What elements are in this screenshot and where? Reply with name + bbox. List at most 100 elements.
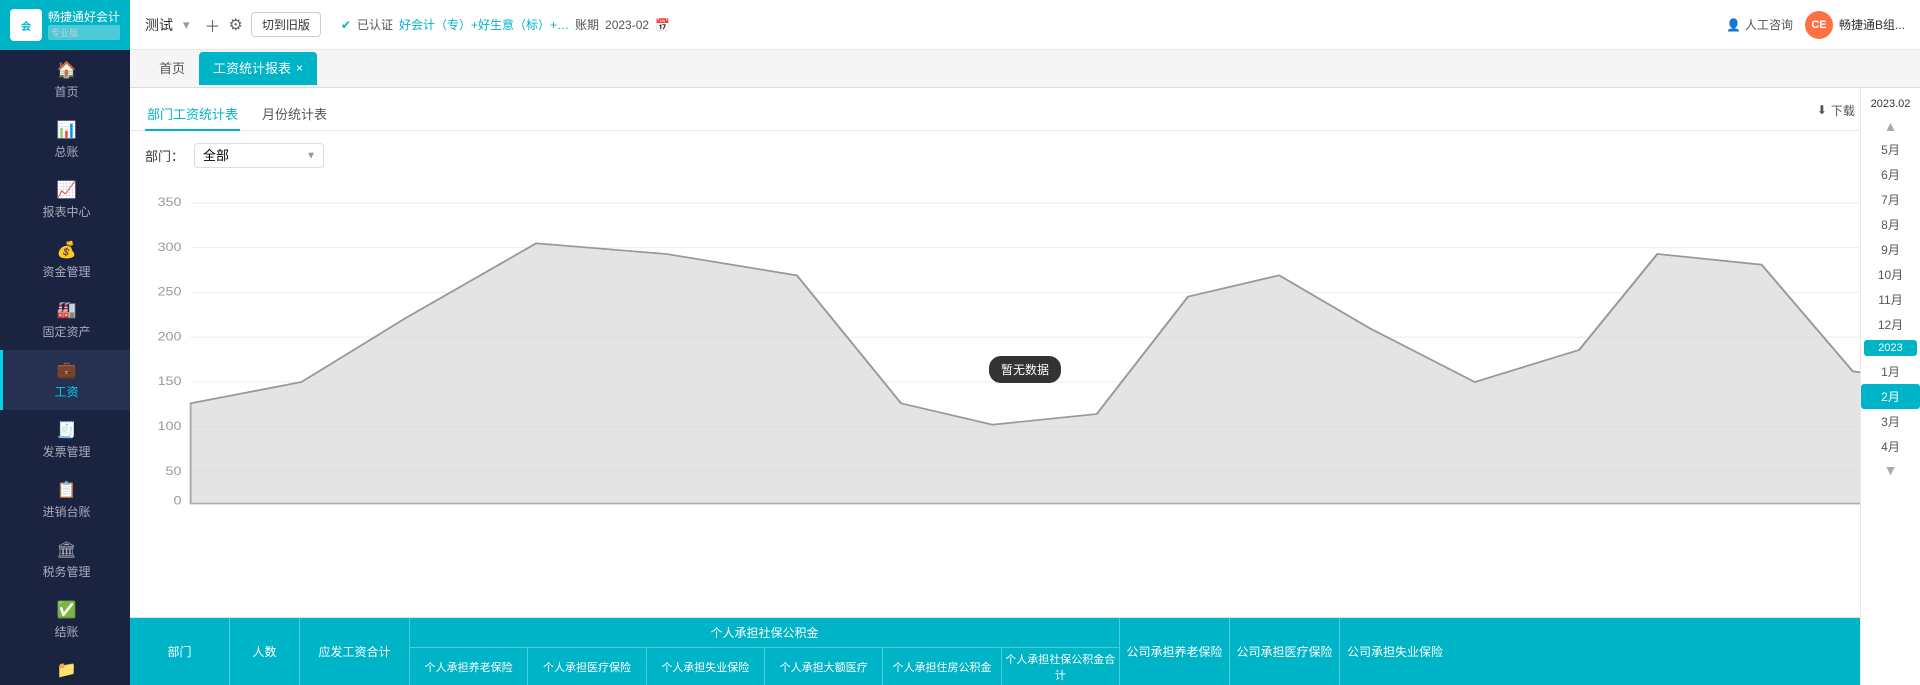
rp-date: 2023.02 [1868, 93, 1914, 115]
chart-container: 350 300 250 200 150 100 50 0 [145, 190, 1905, 510]
help-button[interactable]: 👤 人工咨询 [1726, 16, 1793, 33]
nav-icon-tax: 🏛 [56, 540, 76, 560]
sidebar-item-tax[interactable]: 🏛 税务管理 [0, 530, 130, 590]
table-header: 部门 人数 应发工资合计 个人承担社保公积金 个人承担养老保险 个人承担医疗保险… [130, 617, 1920, 685]
verified-icon: ✔ [341, 18, 351, 32]
nav-label-invoice: 发票管理 [42, 443, 90, 460]
th-total-salary: 应发工资合计 [300, 618, 410, 685]
svg-text:50: 50 [166, 464, 182, 477]
sidebar-nav: 🏠 首页 📊总账 📈 报表中心 💰 资金管理 🏭 固定资产 💼 工资 🧾 发票管理 📋 进销台账 🏛 税务管理 ✅… [0, 50, 130, 685]
rp-month-2-active[interactable]: 2月 [1861, 384, 1920, 409]
sidebar: 会 畅捷通好会计 专业版 🏠 首页 📊总账 📈 报表中心 💰 资金管理 🏭 固定资产 💼 工资 🧾 发票… [0, 0, 130, 685]
calendar-icon[interactable]: 📅 [655, 18, 670, 32]
nav-icon-funds: 💰 [57, 240, 77, 260]
sidebar-item-salary[interactable]: 💼 工资 [0, 350, 130, 410]
nav-label-tax: 税务管理 [42, 563, 90, 580]
settings-button[interactable]: ⚙ [229, 15, 243, 35]
sidebar-item-reports[interactable]: 📈 报表中心 [0, 170, 130, 230]
nav-label-funds: 资金管理 [42, 263, 90, 280]
tab-home[interactable]: 首页 [145, 52, 199, 85]
th-sub-cells: 个人承担养老保险 个人承担医疗保险 个人承担失业保险 个人承担大额医疗 个人承担… [410, 648, 1119, 685]
nav-label-reports: 报表中心 [42, 203, 90, 220]
nav-label-salary: 工资 [54, 383, 78, 400]
rp-month-6[interactable]: 6月 [1861, 162, 1920, 187]
help-label: 人工咨询 [1745, 16, 1793, 33]
nav-label-assets: 固定资产 [42, 323, 90, 340]
th-count: 人数 [230, 618, 300, 685]
period-label: 账期 [575, 16, 599, 33]
rp-month-10[interactable]: 10月 [1861, 262, 1920, 287]
subtab-monthly[interactable]: 月份统计表 [260, 98, 329, 131]
content-area: 部门工资统计表 月份统计表 ⬇ 下载 ↺ 刷新 部门： 全部 [130, 88, 1920, 685]
sidebar-item-ledger[interactable]: 📊总账 [0, 110, 130, 170]
rp-month-11[interactable]: 11月 [1861, 287, 1920, 312]
nav-icon-archive: 📁 [57, 660, 77, 680]
logo-badge: 专业版 [48, 25, 120, 40]
tab-salary-report[interactable]: 工资统计报表 × [199, 52, 317, 85]
switch-version-button[interactable]: 切到旧版 [251, 12, 321, 37]
logo-text: 畅捷通好会计 [48, 10, 120, 26]
nav-icon-invoice: 🧾 [57, 420, 77, 440]
th-personal-major-medical: 个人承担大额医疗 [765, 648, 883, 685]
rp-month-5[interactable]: 5月 [1861, 137, 1920, 162]
th-personal-insurance-group: 个人承担社保公积金 个人承担养老保险 个人承担医疗保险 个人承担失业保险 个人承… [410, 618, 1120, 685]
subtabs: 部门工资统计表 月份统计表 ⬇ 下载 ↺ 刷新 [130, 88, 1920, 131]
svg-text:0: 0 [174, 494, 182, 507]
th-personal-housing-fund: 个人承担住房公积金 [883, 648, 1001, 685]
logo-icon: 会 [10, 9, 42, 41]
subtab-dept[interactable]: 部门工资统计表 [145, 98, 240, 131]
tab-close-icon[interactable]: × [296, 61, 303, 75]
rp-month-7[interactable]: 7月 [1861, 187, 1920, 212]
download-button[interactable]: ⬇ 下载 [1817, 102, 1855, 119]
rp-month-9[interactable]: 9月 [1861, 237, 1920, 262]
sidebar-item-sales[interactable]: 📋 进销台账 [0, 470, 130, 530]
rp-month-1[interactable]: 1月 [1861, 359, 1920, 384]
nav-label-sales: 进销台账 [42, 503, 90, 520]
rp-month-8[interactable]: 8月 [1861, 212, 1920, 237]
add-button[interactable]: ＋ [205, 13, 221, 37]
th-dept: 部门 [130, 618, 230, 685]
company-dropdown-icon[interactable]: ▾ [183, 17, 190, 33]
th-group-label: 个人承担社保公积金 [410, 618, 1119, 648]
rp-scroll-down[interactable]: ▼ [1881, 459, 1901, 481]
topbar-status: ✔ 已认证 好会计（专）+好生意（标）+… 账期 2023-02 📅 [341, 16, 670, 33]
th-company-medical: 公司承担医疗保险 [1230, 618, 1340, 685]
sidebar-item-checkout[interactable]: ✅ 结账 [0, 590, 130, 650]
rp-scroll-up[interactable]: ▲ [1881, 115, 1901, 137]
nav-label-home: 首页 [54, 83, 78, 100]
rp-month-4[interactable]: 4月 [1861, 434, 1920, 459]
rp-month-3[interactable]: 3月 [1861, 409, 1920, 434]
nav-icon-sales: 📋 [57, 480, 77, 500]
dept-select[interactable]: 全部 [194, 143, 324, 168]
tab-label: 工资统计报表 [213, 58, 291, 77]
svg-text:250: 250 [158, 285, 182, 298]
svg-text:300: 300 [158, 240, 182, 253]
chart-tooltip: 暂无数据 [989, 356, 1061, 383]
sidebar-item-invoice[interactable]: 🧾 发票管理 [0, 410, 130, 470]
nav-icon-assets: 🏭 [57, 300, 77, 320]
chart-svg: 350 300 250 200 150 100 50 0 [145, 190, 1905, 510]
user-name: 畅捷通B组... [1839, 16, 1905, 33]
nav-label-checkout: 结账 [54, 623, 78, 640]
nav-icon-checkout: ✅ [57, 600, 77, 620]
download-icon: ⬇ [1817, 103, 1827, 117]
nav-icon-salary: 💼 [57, 360, 77, 380]
nav-icon-ledger: 📊 [57, 120, 77, 140]
th-personal-unemployment: 个人承担失业保险 [647, 648, 765, 685]
topbar-actions: ＋ ⚙ 切到旧版 [205, 12, 321, 37]
main-area: 测试 ▾ ＋ ⚙ 切到旧版 ✔ 已认证 好会计（专）+好生意（标）+… 账期 2… [130, 0, 1920, 685]
sidebar-item-assets[interactable]: 🏭 固定资产 [0, 290, 130, 350]
nav-icon-reports: 📈 [57, 180, 77, 200]
tabbar: 首页 工资统计报表 × [130, 50, 1920, 88]
dept-select-wrapper: 全部 [194, 143, 324, 168]
sidebar-item-home[interactable]: 🏠 首页 [0, 50, 130, 110]
period-value: 2023-02 [605, 18, 649, 32]
th-personal-pension: 个人承担养老保险 [410, 648, 528, 685]
sidebar-item-archive[interactable]: 📁归档管理 [0, 650, 130, 685]
sidebar-item-funds[interactable]: 💰 资金管理 [0, 230, 130, 290]
svg-text:350: 350 [158, 195, 182, 208]
user-menu[interactable]: CE 畅捷通B组... [1805, 11, 1905, 39]
topbar: 测试 ▾ ＋ ⚙ 切到旧版 ✔ 已认证 好会计（专）+好生意（标）+… 账期 2… [130, 0, 1920, 50]
rp-month-12[interactable]: 12月 [1861, 312, 1920, 337]
nav-icon-home: 🏠 [57, 60, 77, 80]
